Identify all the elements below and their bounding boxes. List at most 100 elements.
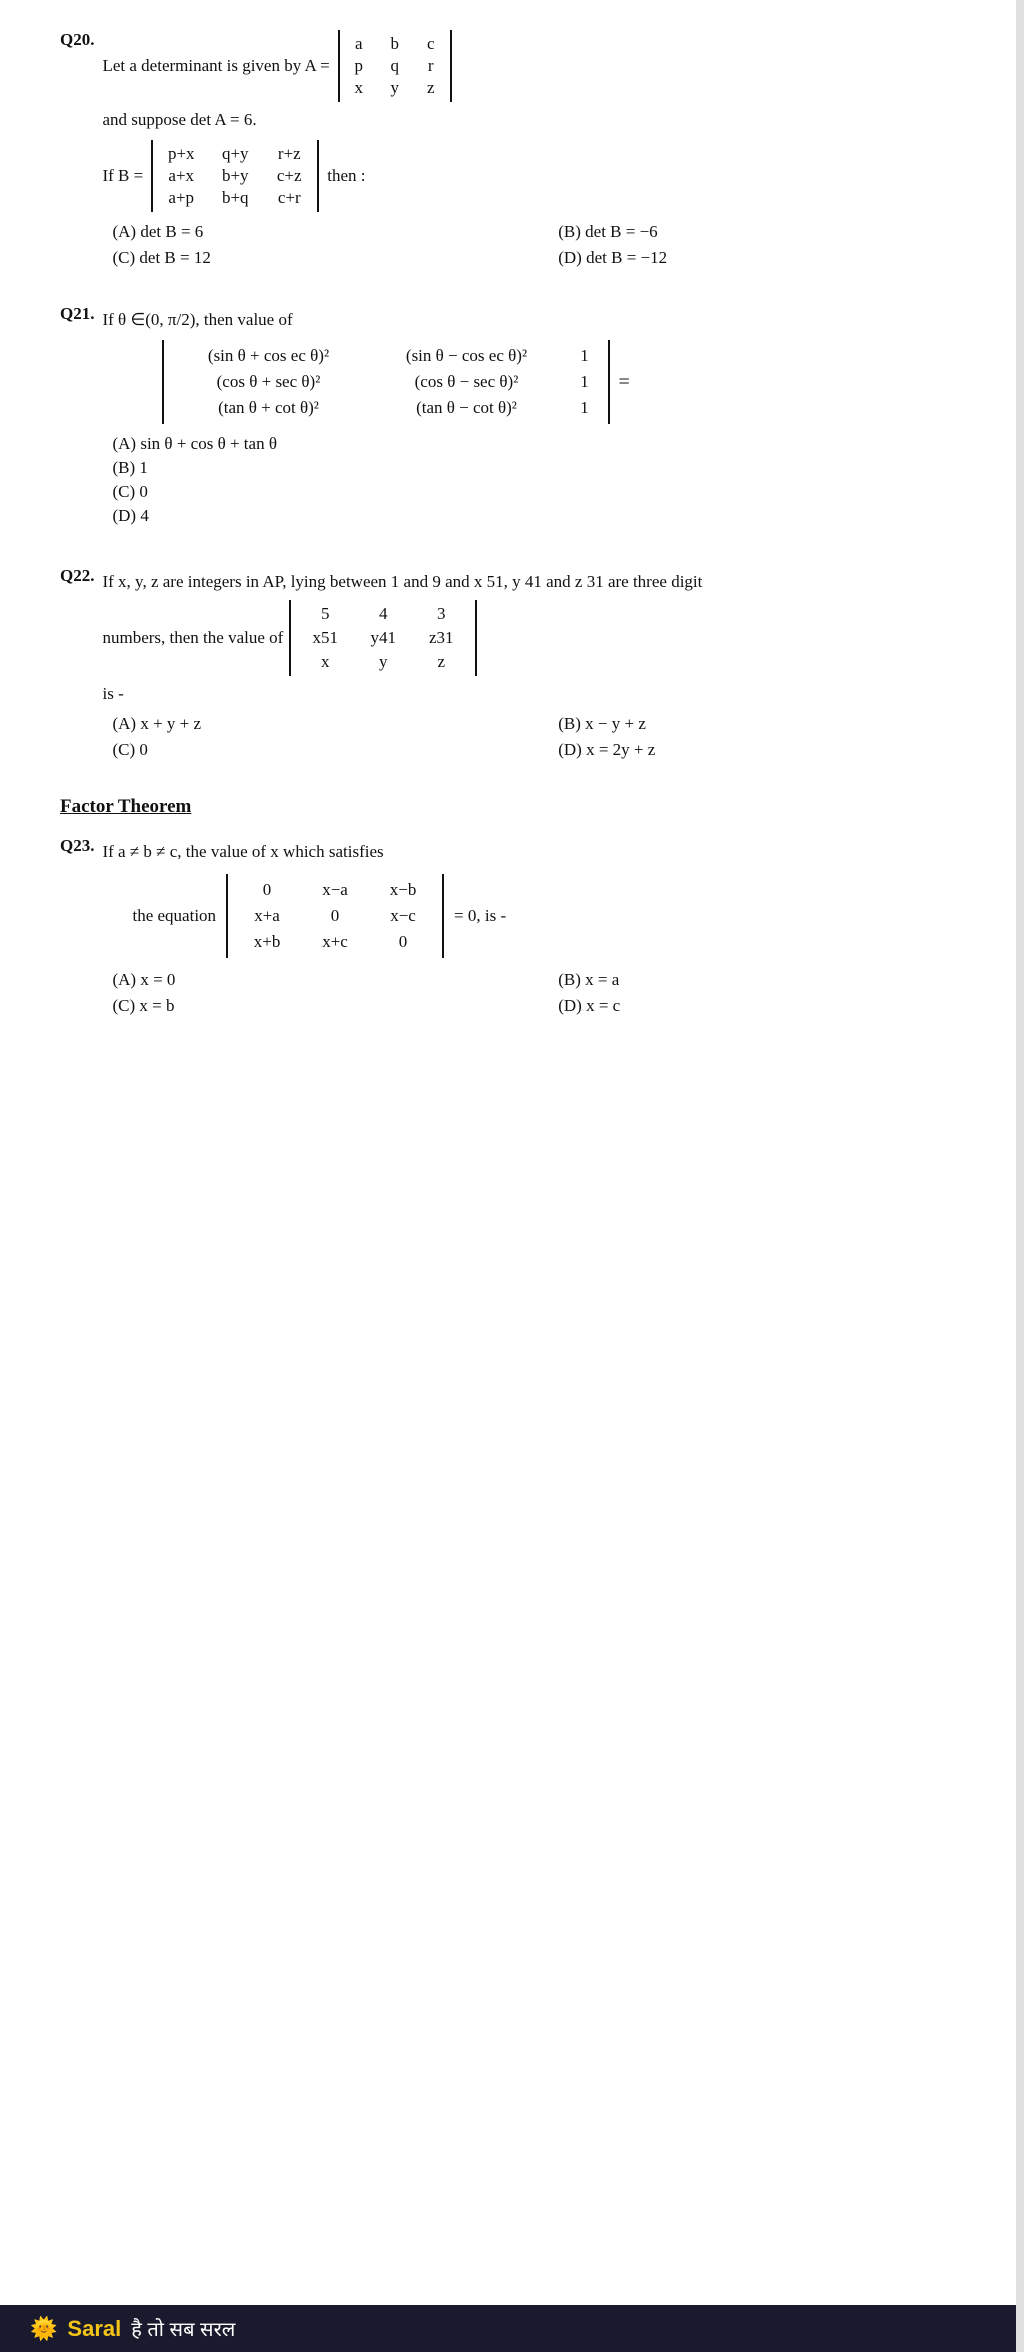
cell: (tan θ − cot θ)²: [376, 398, 556, 418]
q23-optD: (D) x = c: [558, 996, 964, 1016]
q20-ifB-text: If B =: [102, 166, 143, 186]
cell: 0: [242, 880, 292, 900]
cell: 1: [574, 346, 594, 366]
cell: c+r: [271, 188, 307, 208]
q20-det-text: and suppose det A = 6.: [102, 110, 964, 130]
cell: 4: [363, 604, 403, 624]
cell: c+z: [271, 166, 307, 186]
q21-optA: (A) sin θ + cos θ + tan θ: [112, 434, 964, 454]
cell: b: [386, 34, 404, 54]
cell: z: [421, 652, 461, 672]
q21-options: (A) sin θ + cos θ + tan θ (B) 1 (C) 0 (D…: [112, 434, 964, 526]
q21-equals: =: [618, 371, 629, 394]
cell: y: [386, 78, 404, 98]
q22-content: If x, y, z are integers in AP, lying bet…: [102, 566, 964, 760]
q21-optB: (B) 1: [112, 458, 964, 478]
q20-optA: (A) det B = 6: [112, 222, 518, 242]
cell: x−a: [310, 880, 360, 900]
q21-text: If θ ∈(0, π/2), then value of: [102, 310, 964, 330]
cell: x−c: [378, 906, 428, 926]
cell: (tan θ + cot θ)²: [178, 398, 358, 418]
cell: b+y: [217, 166, 253, 186]
cell: x+a: [242, 906, 292, 926]
q22-optD: (D) x = 2y + z: [558, 740, 964, 760]
q22-text3: is -: [102, 684, 964, 704]
cell: (sin θ − cos ec θ)²: [376, 346, 556, 366]
q23-label: Q23.: [60, 836, 94, 856]
cell: x+c: [310, 932, 360, 952]
cell: p: [350, 56, 368, 76]
q22-matrix: 5 4 3 x51 y41 z31 x y z: [289, 600, 477, 676]
cell: z: [422, 78, 440, 98]
cell: a+p: [163, 188, 199, 208]
q20-options: (A) det B = 6 (B) det B = −6 (C) det B =…: [112, 222, 964, 268]
cell: r: [422, 56, 440, 76]
q23-options: (A) x = 0 (B) x = a (C) x = b (D) x = c: [112, 970, 964, 1016]
cell: z31: [421, 628, 461, 648]
cell: b+q: [217, 188, 253, 208]
q20-content: Let a determinant is given by A = a b c …: [102, 30, 964, 268]
cell: (cos θ − sec θ)²: [376, 372, 556, 392]
sun-icon: 🌞: [30, 2316, 57, 2342]
cell: (sin θ + cos ec θ)²: [178, 346, 358, 366]
question-22: Q22. If x, y, z are integers in AP, lyin…: [60, 566, 964, 760]
q22-optA: (A) x + y + z: [112, 714, 518, 734]
q20-matrix-B: p+x q+y r+z a+x b+y c+z a+p b+q c+r: [151, 140, 319, 212]
q22-det-row: numbers, then the value of 5 4 3 x51 y41…: [102, 600, 964, 676]
cell: r+z: [271, 144, 307, 164]
cell: x: [350, 78, 368, 98]
cell: a+x: [163, 166, 199, 186]
section-title: Factor Theorem: [60, 796, 964, 818]
question-20: Q20. Let a determinant is given by A = a…: [60, 30, 964, 268]
cell: c: [422, 34, 440, 54]
cell: x−b: [378, 880, 428, 900]
q23-content: If a ≠ b ≠ c, the value of x which satis…: [102, 836, 964, 1016]
cell: x+b: [242, 932, 292, 952]
cell: x: [305, 652, 345, 672]
q22-optC: (C) 0: [112, 740, 518, 760]
footer-tagline: है तो सब सरल: [131, 2315, 235, 2342]
q22-optB: (B) x − y + z: [558, 714, 964, 734]
q22-label: Q22.: [60, 566, 94, 586]
q21-matrix: (sin θ + cos ec θ)² (sin θ − cos ec θ)² …: [162, 340, 610, 424]
cell: 1: [574, 372, 594, 392]
question-21: Q21. If θ ∈(0, π/2), then value of (sin …: [60, 304, 964, 530]
cell: y: [363, 652, 403, 672]
cell: a: [350, 34, 368, 54]
cell: 1: [574, 398, 594, 418]
q23-optA: (A) x = 0: [112, 970, 518, 990]
cell: 0: [310, 906, 360, 926]
q22-options: (A) x + y + z (B) x − y + z (C) 0 (D) x …: [112, 714, 964, 760]
q20-label: Q20.: [60, 30, 94, 50]
cell: x51: [305, 628, 345, 648]
q23-equals-zero: = 0, is -: [454, 906, 506, 926]
q20-then-text: then :: [327, 166, 365, 186]
q23-equation-label: the equation: [132, 906, 216, 926]
cell: 0: [378, 932, 428, 952]
q20-optB: (B) det B = −6: [558, 222, 964, 242]
q23-matrix: 0 x−a x−b x+a 0 x−c x+b x+c 0: [226, 874, 444, 958]
cell: q+y: [217, 144, 253, 164]
q21-optD: (D) 4: [112, 506, 964, 526]
cell: (cos θ + sec θ)²: [178, 372, 358, 392]
cell: y41: [363, 628, 403, 648]
q23-optB: (B) x = a: [558, 970, 964, 990]
cell: p+x: [163, 144, 199, 164]
q21-content: If θ ∈(0, π/2), then value of (sin θ + c…: [102, 304, 964, 530]
cell: 5: [305, 604, 345, 624]
q22-text1: If x, y, z are integers in AP, lying bet…: [102, 572, 964, 592]
q21-determinant: (sin θ + cos ec θ)² (sin θ − cos ec θ)² …: [162, 340, 964, 424]
q20-matrix-A: a b c p q r x y z: [338, 30, 452, 102]
question-23: Q23. If a ≠ b ≠ c, the value of x which …: [60, 836, 964, 1016]
cell: q: [386, 56, 404, 76]
q20-optD: (D) det B = −12: [558, 248, 964, 268]
q21-optC: (C) 0: [112, 482, 964, 502]
q21-label: Q21.: [60, 304, 94, 324]
q23-text: If a ≠ b ≠ c, the value of x which satis…: [102, 842, 964, 862]
cell: 3: [421, 604, 461, 624]
q23-optC: (C) x = b: [112, 996, 518, 1016]
q20-text-before: Let a determinant is given by A =: [102, 56, 329, 76]
right-scroll-border[interactable]: [1016, 0, 1024, 2352]
brand-name: Saral: [67, 2316, 121, 2342]
q20-optC: (C) det B = 12: [112, 248, 518, 268]
